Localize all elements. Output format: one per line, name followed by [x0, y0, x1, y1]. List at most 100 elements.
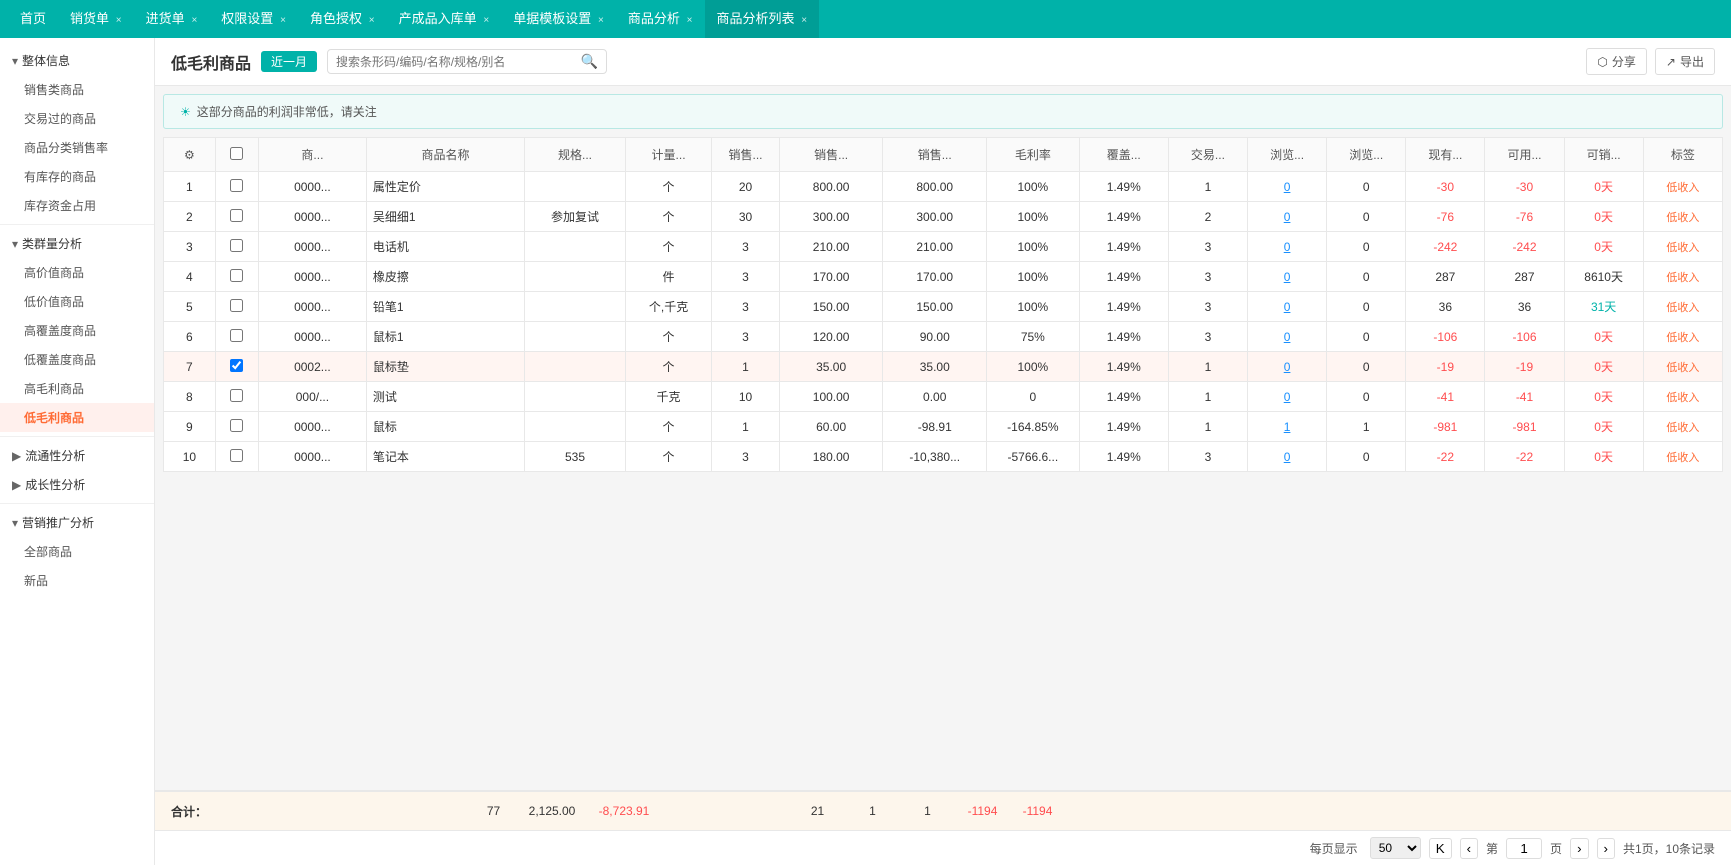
- sidebar-item-high-value[interactable]: 高价值商品: [0, 258, 154, 287]
- th-sales-amount[interactable]: 销售...: [883, 138, 987, 172]
- cell-views1-9[interactable]: 0: [1248, 442, 1327, 472]
- cell-sales-amount-3: 170.00: [883, 262, 987, 292]
- nav-product-in[interactable]: 产成品入库单 ×: [387, 0, 502, 38]
- page-size-select[interactable]: 50 100 200: [1370, 837, 1421, 859]
- row-checkbox-6[interactable]: [230, 359, 243, 372]
- th-spec[interactable]: 规格...: [525, 138, 626, 172]
- cell-check-0[interactable]: [215, 172, 258, 202]
- cell-views1-4[interactable]: 0: [1248, 292, 1327, 322]
- nav-template[interactable]: 单据模板设置 ×: [501, 0, 616, 38]
- cell-check-8[interactable]: [215, 412, 258, 442]
- cell-views1-5[interactable]: 0: [1248, 322, 1327, 352]
- th-name[interactable]: 商品名称: [366, 138, 524, 172]
- sidebar-item-traded[interactable]: 交易过的商品: [0, 104, 154, 133]
- prev-page-btn[interactable]: ‹: [1460, 838, 1478, 859]
- sidebar-item-sales-category[interactable]: 销售类商品: [0, 75, 154, 104]
- nav-close-product-in[interactable]: ×: [481, 15, 490, 26]
- cell-deals-4: 3: [1168, 292, 1247, 322]
- sidebar-item-in-stock[interactable]: 有库存的商品: [0, 162, 154, 191]
- row-checkbox-5[interactable]: [230, 329, 243, 342]
- sidebar-group-overall[interactable]: ▾ 整体信息: [0, 46, 154, 75]
- nav-home[interactable]: 首页: [8, 0, 58, 38]
- th-views2[interactable]: 浏览...: [1327, 138, 1406, 172]
- th-code[interactable]: 商...: [258, 138, 366, 172]
- sidebar-item-high-profit[interactable]: 高毛利商品: [0, 374, 154, 403]
- nav-close-template[interactable]: ×: [595, 15, 604, 26]
- sidebar-group-growth[interactable]: ▶ 成长性分析: [0, 470, 154, 499]
- sidebar-item-new-products[interactable]: 新品: [0, 566, 154, 595]
- nav-purchase[interactable]: 进货单 ×: [134, 0, 210, 38]
- row-checkbox-4[interactable]: [230, 299, 243, 312]
- cell-check-2[interactable]: [215, 232, 258, 262]
- row-checkbox-8[interactable]: [230, 419, 243, 432]
- nav-close-analysis-list[interactable]: ×: [799, 15, 808, 26]
- cell-saleable-5: 0天: [1564, 322, 1643, 352]
- th-saleable[interactable]: 可销...: [1564, 138, 1643, 172]
- sidebar-item-high-coverage[interactable]: 高覆盖度商品: [0, 316, 154, 345]
- cell-deals-7: 1: [1168, 382, 1247, 412]
- sidebar-group-flow[interactable]: ▶ 流通性分析: [0, 441, 154, 470]
- last-page-btn[interactable]: ›: [1597, 838, 1615, 859]
- sidebar-item-all-products[interactable]: 全部商品: [0, 537, 154, 566]
- next-page-btn[interactable]: ›: [1570, 838, 1588, 859]
- search-icon[interactable]: 🔍: [581, 53, 598, 70]
- search-input[interactable]: [336, 55, 581, 69]
- cell-views1-6[interactable]: 0: [1248, 352, 1327, 382]
- sidebar-item-low-profit[interactable]: 低毛利商品: [0, 403, 154, 432]
- sidebar-item-low-value[interactable]: 低价值商品: [0, 287, 154, 316]
- cell-check-4[interactable]: [215, 292, 258, 322]
- nav-close-permission[interactable]: ×: [277, 15, 286, 26]
- cell-check-9[interactable]: [215, 442, 258, 472]
- row-checkbox-0[interactable]: [230, 179, 243, 192]
- th-sales-qty[interactable]: 销售...: [712, 138, 780, 172]
- cell-check-5[interactable]: [215, 322, 258, 352]
- settings-icon[interactable]: ⚙: [184, 148, 195, 162]
- cell-spec-2: [525, 232, 626, 262]
- th-sales-price[interactable]: 销售...: [779, 138, 883, 172]
- th-views1[interactable]: 浏览...: [1248, 138, 1327, 172]
- th-tag[interactable]: 标签: [1643, 138, 1722, 172]
- cell-check-7[interactable]: [215, 382, 258, 412]
- export-button[interactable]: ↗ 导出: [1655, 48, 1715, 75]
- th-check[interactable]: [215, 138, 258, 172]
- sidebar-item-category-rate[interactable]: 商品分类销售率: [0, 133, 154, 162]
- select-all-checkbox[interactable]: [230, 147, 243, 160]
- nav-analysis[interactable]: 商品分析 ×: [616, 0, 705, 38]
- nav-close-sales[interactable]: ×: [113, 15, 122, 26]
- row-checkbox-1[interactable]: [230, 209, 243, 222]
- nav-sales[interactable]: 销货单 ×: [58, 0, 134, 38]
- cell-views1-0[interactable]: 0: [1248, 172, 1327, 202]
- cell-views1-1[interactable]: 0: [1248, 202, 1327, 232]
- share-button[interactable]: ⬡ 分享: [1586, 48, 1647, 75]
- nav-close-analysis[interactable]: ×: [684, 15, 693, 26]
- page-input[interactable]: [1506, 838, 1542, 859]
- th-gross-rate[interactable]: 毛利率: [987, 138, 1080, 172]
- nav-close-role[interactable]: ×: [366, 15, 375, 26]
- cell-views1-2[interactable]: 0: [1248, 232, 1327, 262]
- nav-permission[interactable]: 权限设置 ×: [209, 0, 298, 38]
- cell-check-3[interactable]: [215, 262, 258, 292]
- cell-views1-7[interactable]: 0: [1248, 382, 1327, 412]
- sidebar-item-low-coverage[interactable]: 低覆盖度商品: [0, 345, 154, 374]
- row-checkbox-9[interactable]: [230, 449, 243, 462]
- sidebar-group-cluster[interactable]: ▾ 类群量分析: [0, 229, 154, 258]
- th-stock[interactable]: 现有...: [1406, 138, 1485, 172]
- th-available[interactable]: 可用...: [1485, 138, 1564, 172]
- sidebar-item-capital[interactable]: 库存资金占用: [0, 191, 154, 220]
- row-checkbox-2[interactable]: [230, 239, 243, 252]
- cell-views1-8[interactable]: 1: [1248, 412, 1327, 442]
- sidebar-group-marketing[interactable]: ▾ 营销推广分析: [0, 508, 154, 537]
- row-checkbox-3[interactable]: [230, 269, 243, 282]
- filter-tag-month[interactable]: 近一月: [261, 51, 317, 72]
- th-deals[interactable]: 交易...: [1168, 138, 1247, 172]
- th-coverage[interactable]: 覆盖...: [1079, 138, 1168, 172]
- row-checkbox-7[interactable]: [230, 389, 243, 402]
- th-unit[interactable]: 计量...: [625, 138, 711, 172]
- cell-check-1[interactable]: [215, 202, 258, 232]
- cell-views1-3[interactable]: 0: [1248, 262, 1327, 292]
- nav-close-purchase[interactable]: ×: [189, 15, 198, 26]
- first-page-btn[interactable]: K: [1429, 838, 1452, 859]
- nav-analysis-list[interactable]: 商品分析列表 ×: [705, 0, 820, 38]
- cell-check-6[interactable]: [215, 352, 258, 382]
- nav-role[interactable]: 角色授权 ×: [298, 0, 387, 38]
